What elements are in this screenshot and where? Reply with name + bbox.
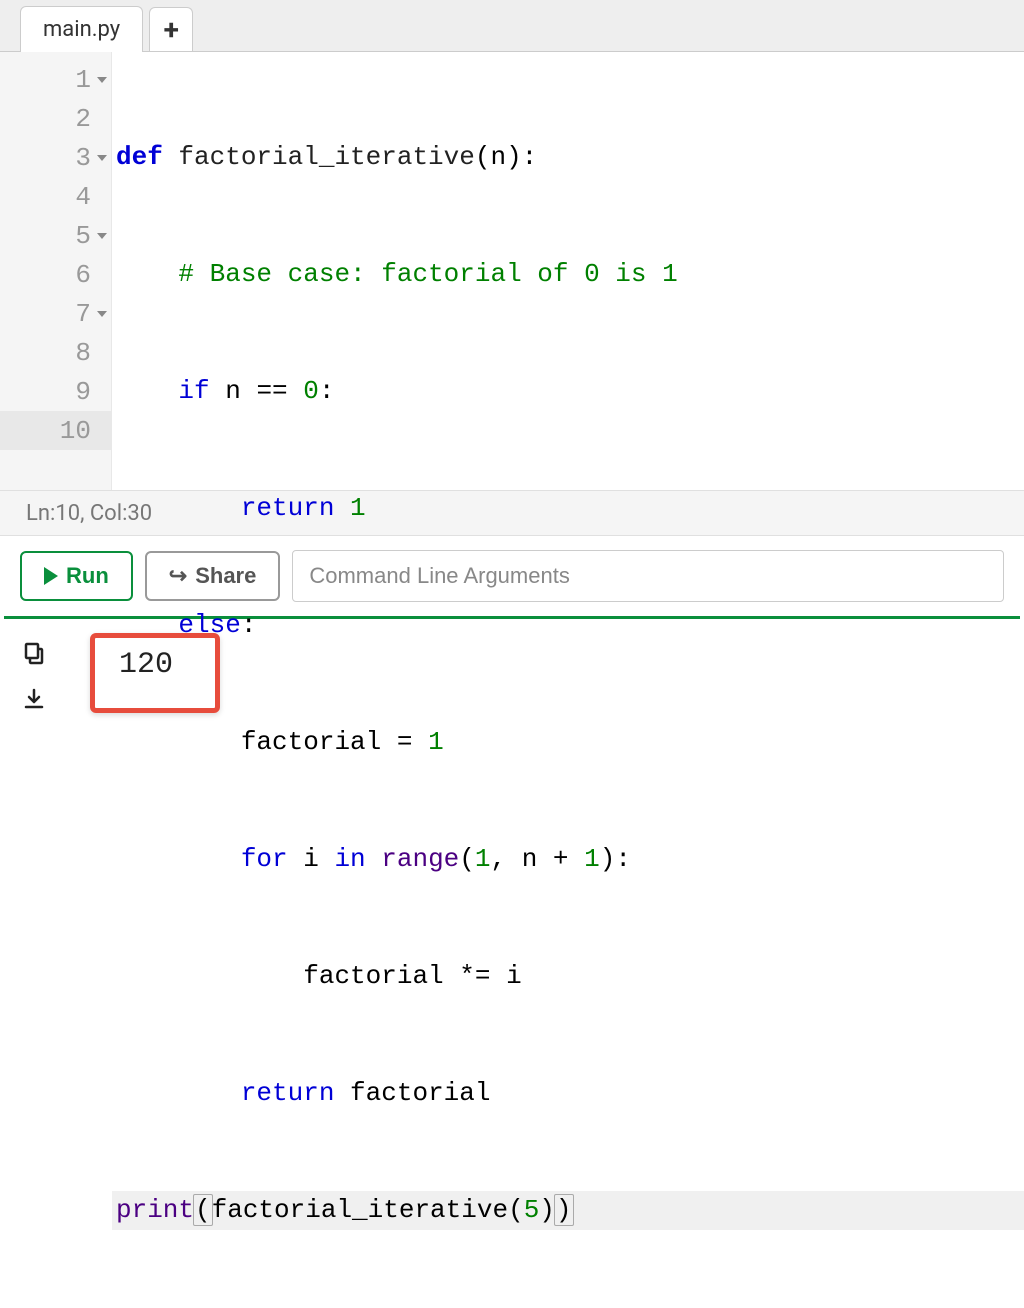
line-number: 9 (0, 372, 111, 411)
share-button[interactable]: ↪ Share (145, 551, 281, 601)
tab-bar: main.py + (0, 0, 1024, 52)
gutter: 1 2 3 4 5 6 7 8 9 10 (0, 52, 112, 490)
code-content[interactable]: def factorial_iterative(n): # Base case:… (112, 52, 1024, 490)
line-number: 8 (0, 333, 111, 372)
add-tab-button[interactable]: + (149, 7, 193, 51)
tab-main-py[interactable]: main.py (20, 6, 143, 52)
code-editor[interactable]: 1 2 3 4 5 6 7 8 9 10 def factorial_itera… (0, 52, 1024, 490)
line-number: 2 (0, 99, 111, 138)
line-number: 3 (0, 138, 111, 177)
cursor-line-value: 10 (55, 501, 80, 526)
run-button[interactable]: Run (20, 551, 133, 601)
copy-icon[interactable] (20, 639, 48, 667)
plus-icon: + (164, 13, 179, 46)
line-number: 7 (0, 294, 111, 333)
cursor-line-label: Ln: (26, 501, 55, 526)
output-icons (20, 633, 70, 713)
download-icon[interactable] (20, 685, 48, 713)
line-number: 10 (0, 411, 111, 450)
run-label: Run (66, 563, 109, 589)
line-number: 5 (0, 216, 111, 255)
fold-arrow-icon[interactable] (97, 155, 107, 161)
fold-arrow-icon[interactable] (97, 233, 107, 239)
share-icon: ↪ (169, 563, 187, 589)
share-label: Share (195, 563, 256, 589)
fold-arrow-icon[interactable] (97, 311, 107, 317)
command-line-args-input[interactable] (292, 550, 1004, 602)
line-number: 1 (0, 60, 111, 99)
line-number: 4 (0, 177, 111, 216)
fold-arrow-icon[interactable] (97, 77, 107, 83)
play-icon (44, 567, 58, 585)
line-number: 6 (0, 255, 111, 294)
output-result: 120 (90, 633, 220, 713)
